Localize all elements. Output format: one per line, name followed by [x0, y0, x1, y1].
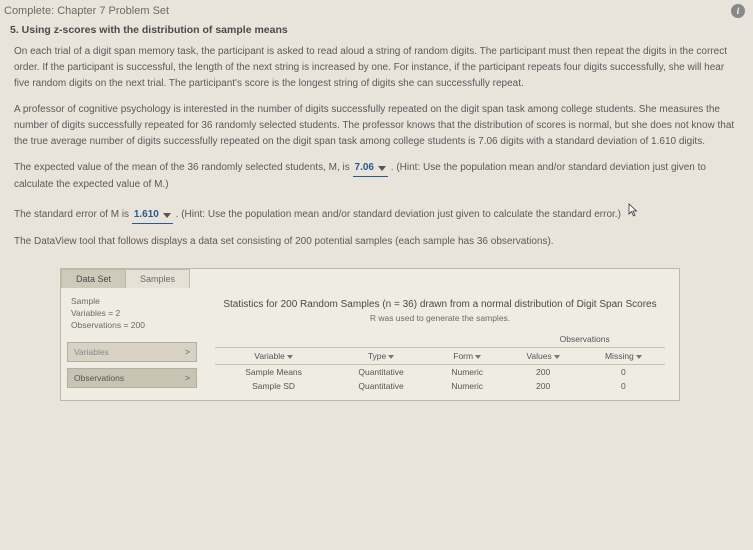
ds-observations-count: Observations = 200	[71, 320, 193, 332]
variables-button-label: Variables	[74, 347, 109, 357]
paragraph-4: The standard error of M is 1.610 . (Hint…	[14, 203, 739, 224]
p4-text-b: . (Hint: Use the population mean and/or …	[176, 209, 621, 220]
col-missing[interactable]: Missing	[582, 348, 665, 365]
cell-type: Quantitative	[332, 379, 430, 393]
cell-missing: 0	[582, 379, 665, 393]
cell-values: 200	[504, 365, 581, 380]
tab-data-set[interactable]: Data Set	[61, 269, 126, 288]
chevron-down-icon	[163, 213, 171, 218]
info-icon[interactable]: i	[731, 4, 745, 18]
cell-form: Numeric	[430, 379, 504, 393]
chevron-down-icon	[378, 166, 386, 171]
sort-icon	[554, 355, 560, 359]
table-row: Sample SD Quantitative Numeric 200 0	[215, 379, 665, 393]
stats-table: Observations Variable Type Form Values M…	[215, 331, 665, 393]
col-variable[interactable]: Variable	[215, 348, 332, 365]
p3-text-a: The expected value of the mean of the 36…	[14, 162, 353, 173]
chevron-right-icon: >	[185, 373, 190, 383]
cell-variable: Sample SD	[215, 379, 332, 393]
stats-title: Statistics for 200 Random Samples (n = 3…	[215, 298, 665, 311]
sort-icon	[636, 355, 642, 359]
breadcrumb: Complete: Chapter 7 Problem Set	[4, 5, 169, 17]
observations-group-header: Observations	[504, 331, 665, 348]
ds-variables-count: Variables = 2	[71, 308, 193, 320]
standard-error-answer: 1.610	[134, 207, 159, 223]
cell-variable: Sample Means	[215, 365, 332, 380]
standard-error-dropdown[interactable]: 1.610	[132, 207, 173, 224]
paragraph-5: The DataView tool that follows displays …	[14, 234, 739, 250]
table-row: Sample Means Quantitative Numeric 200 0	[215, 365, 665, 380]
dataview-sidebar: Sample Variables = 2 Observations = 200 …	[67, 294, 197, 394]
cell-form: Numeric	[430, 365, 504, 380]
cell-type: Quantitative	[332, 365, 430, 380]
variables-button[interactable]: Variables >	[67, 342, 197, 362]
col-form[interactable]: Form	[430, 348, 504, 365]
paragraph-2: A professor of cognitive psychology is i…	[14, 102, 739, 150]
sort-icon	[388, 355, 394, 359]
observations-button-label: Observations	[74, 373, 124, 383]
stats-subtitle: R was used to generate the samples.	[215, 313, 665, 323]
question-title: 5. Using z-scores with the distribution …	[0, 20, 753, 44]
p4-text-a: The standard error of M is	[14, 209, 132, 220]
ds-sample-label: Sample	[71, 296, 193, 308]
col-values[interactable]: Values	[504, 348, 581, 365]
dataview-panel: Data Set Samples Sample Variables = 2 Ob…	[60, 268, 680, 401]
paragraph-3: The expected value of the mean of the 36…	[14, 160, 739, 193]
col-type[interactable]: Type	[332, 348, 430, 365]
paragraph-1: On each trial of a digit span memory tas…	[14, 44, 739, 92]
cell-values: 200	[504, 379, 581, 393]
cursor-icon	[628, 203, 638, 217]
expected-value-dropdown[interactable]: 7.06	[353, 160, 388, 177]
tab-samples[interactable]: Samples	[125, 269, 190, 288]
cell-missing: 0	[582, 365, 665, 380]
sort-icon	[287, 355, 293, 359]
sort-icon	[475, 355, 481, 359]
observations-button[interactable]: Observations >	[67, 368, 197, 388]
chevron-right-icon: >	[185, 347, 190, 357]
expected-value-answer: 7.06	[355, 160, 374, 176]
